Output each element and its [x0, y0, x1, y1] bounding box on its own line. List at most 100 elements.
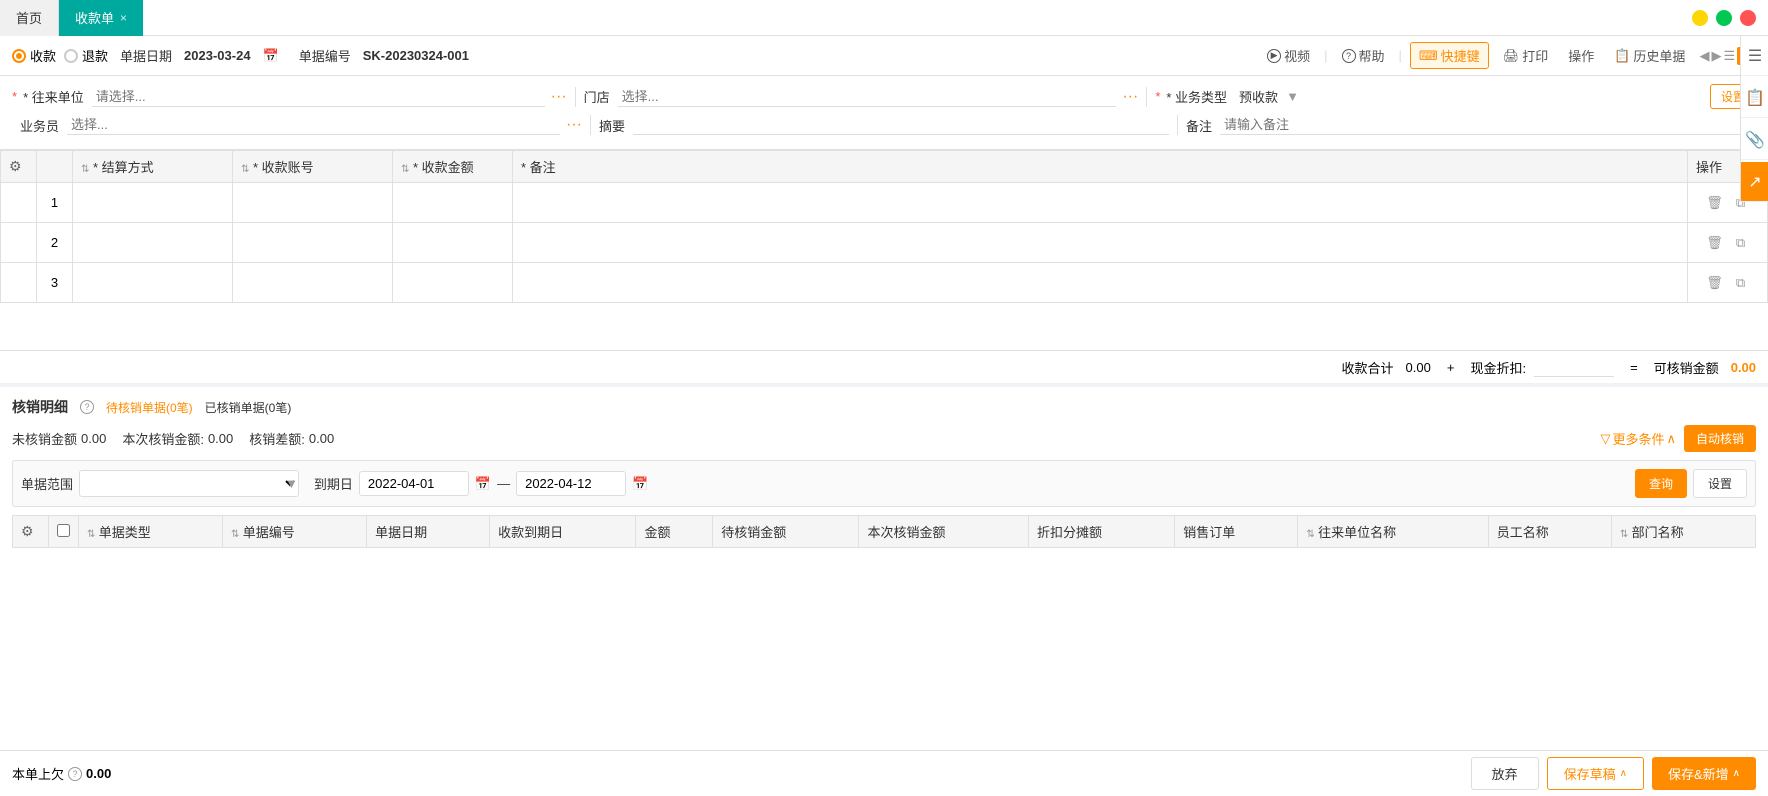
- tab-bar: 首页 收款单 ×: [0, 0, 1768, 36]
- row3-account-input[interactable]: [241, 275, 384, 290]
- store-input[interactable]: [618, 87, 1117, 107]
- row2-settle[interactable]: [73, 223, 233, 263]
- row1-remark[interactable]: [513, 183, 1688, 223]
- row2-delete-icon[interactable]: 🗑: [1705, 233, 1725, 253]
- minimize-button[interactable]: [1692, 10, 1708, 26]
- close-button[interactable]: [1740, 10, 1756, 26]
- save-new-button[interactable]: 保存&新增 ∧: [1652, 757, 1756, 790]
- right-panel-icon-4[interactable]: ↗: [1741, 162, 1768, 202]
- verify-tab-done[interactable]: 已核销单据(0笔): [205, 399, 292, 416]
- row3-remark-input[interactable]: [521, 275, 1679, 290]
- right-panel-icon-2[interactable]: 📋: [1741, 78, 1768, 118]
- store-more-icon[interactable]: ···: [1122, 89, 1138, 105]
- verify-select-all-checkbox[interactable]: [57, 524, 70, 537]
- table-settings-icon[interactable]: ⚙: [9, 158, 22, 174]
- row3-amount[interactable]: [393, 263, 513, 303]
- remark-input[interactable]: [1220, 115, 1756, 135]
- list-view-icon[interactable]: ☰: [1723, 48, 1735, 64]
- table-col-settings[interactable]: ⚙: [1, 151, 37, 183]
- verify-title: 核销明细: [12, 397, 68, 417]
- bottom-info-icon[interactable]: ?: [68, 767, 82, 781]
- next-icon[interactable]: ▶: [1711, 48, 1721, 64]
- prev-icon[interactable]: ◀: [1699, 48, 1709, 64]
- range-dropdown-icon[interactable]: ▼: [285, 476, 298, 491]
- row2-remark-input[interactable]: [521, 235, 1679, 250]
- biz-type-dropdown-icon[interactable]: ▼: [1286, 89, 1299, 104]
- verify-settings-icon[interactable]: ⚙: [21, 523, 34, 539]
- radio-receive[interactable]: 收款: [12, 46, 56, 65]
- operation-label: 操作: [1568, 46, 1594, 65]
- row2-account[interactable]: [233, 223, 393, 263]
- counterpart-input[interactable]: [92, 87, 545, 107]
- shortcut-button[interactable]: ⌨ 快捷键: [1410, 42, 1489, 69]
- calendar-from-icon[interactable]: 📅: [475, 476, 491, 492]
- total-label: 收款合计: [1342, 358, 1394, 377]
- row3-account[interactable]: [233, 263, 393, 303]
- row3-copy-icon[interactable]: ⧉: [1731, 273, 1751, 293]
- main-content: 收款 退款 单据日期 2023-03-24 📅 单据编号 SK-20230324…: [0, 36, 1768, 796]
- row1-account-input[interactable]: [241, 195, 384, 210]
- diff-value: 0.00: [309, 431, 334, 446]
- range-filter-select[interactable]: [79, 470, 299, 497]
- form-row-2: 业务员 ··· 摘要 备注: [12, 115, 1756, 135]
- row1-account[interactable]: [233, 183, 393, 223]
- separator-1: [575, 87, 576, 107]
- save-draft-arrow-icon: ∧: [1620, 768, 1627, 779]
- print-icon: 🖨: [1503, 48, 1520, 64]
- date-label: 单据日期: [120, 46, 172, 65]
- verify-tab-pending[interactable]: 待核销单据(0笔): [106, 399, 193, 416]
- row2-copy-icon[interactable]: ⧉: [1731, 233, 1751, 253]
- row1-settle[interactable]: [73, 183, 233, 223]
- row1-settle-input[interactable]: [81, 195, 224, 210]
- row3-amount-input[interactable]: [401, 275, 504, 290]
- print-button[interactable]: 🖨 打印: [1497, 44, 1555, 67]
- discount-input[interactable]: [1534, 357, 1614, 377]
- row2-settle-input[interactable]: [81, 235, 224, 250]
- tab-close-icon[interactable]: ×: [120, 11, 127, 25]
- verify-info-icon[interactable]: ?: [80, 400, 94, 414]
- query-button[interactable]: 查询: [1635, 469, 1687, 498]
- salesperson-input[interactable]: [67, 115, 560, 135]
- radio-refund[interactable]: 退款: [64, 46, 108, 65]
- row2-amount[interactable]: [393, 223, 513, 263]
- video-button[interactable]: ▶ 视频: [1261, 44, 1316, 67]
- row3-settle-input[interactable]: [81, 275, 224, 290]
- abandon-button[interactable]: 放弃: [1471, 757, 1539, 790]
- verify-header: 核销明细 ? 待核销单据(0笔) 已核销单据(0笔): [12, 397, 1756, 417]
- row3-settle[interactable]: [73, 263, 233, 303]
- vcol-settings[interactable]: ⚙: [13, 516, 49, 548]
- row1-amount[interactable]: [393, 183, 513, 223]
- row2-account-input[interactable]: [241, 235, 384, 250]
- operation-button[interactable]: 操作: [1562, 44, 1600, 67]
- more-conditions-button[interactable]: ▽ 更多条件 ∧: [1600, 429, 1676, 448]
- save-draft-button[interactable]: 保存草稿 ∧: [1547, 757, 1644, 790]
- auto-verify-button[interactable]: 自动核销: [1684, 425, 1756, 452]
- tab-home[interactable]: 首页: [0, 0, 59, 36]
- row1-delete-icon[interactable]: 🗑: [1705, 193, 1725, 213]
- row3-delete-icon[interactable]: 🗑: [1705, 273, 1725, 293]
- form-row-1: * * 往来单位 ··· 门店 ··· * * 业务类型 预收款 ▼ 设置: [12, 84, 1756, 109]
- row2-amount-input[interactable]: [401, 235, 504, 250]
- verify-settings-button[interactable]: 设置: [1693, 469, 1747, 498]
- calendar-to-icon[interactable]: 📅: [632, 476, 648, 492]
- table-row: 1 🗑 ⧉: [1, 183, 1768, 223]
- calendar-icon[interactable]: 📅: [263, 48, 279, 64]
- row1-remark-input[interactable]: [521, 195, 1679, 210]
- tab-active[interactable]: 收款单 ×: [59, 0, 143, 36]
- right-panel-icon-1[interactable]: ☰: [1741, 36, 1768, 76]
- history-button[interactable]: 📋 历史单据: [1608, 44, 1691, 67]
- maximize-button[interactable]: [1716, 10, 1732, 26]
- row2-remark[interactable]: [513, 223, 1688, 263]
- row3-action: 🗑 ⧉: [1688, 263, 1768, 303]
- summary-input[interactable]: [633, 115, 1169, 135]
- date-to-input[interactable]: [516, 471, 626, 496]
- date-from-input[interactable]: [359, 471, 469, 496]
- history-icon: 📋: [1614, 48, 1630, 64]
- row3-remark[interactable]: [513, 263, 1688, 303]
- salesperson-more-icon[interactable]: ···: [566, 117, 582, 133]
- row1-amount-input[interactable]: [401, 195, 504, 210]
- right-panel-icon-3[interactable]: 📎: [1741, 120, 1768, 160]
- vcol-checkbox[interactable]: [49, 516, 79, 548]
- counterpart-more-icon[interactable]: ···: [551, 89, 567, 105]
- help-button[interactable]: ? 帮助: [1336, 44, 1391, 67]
